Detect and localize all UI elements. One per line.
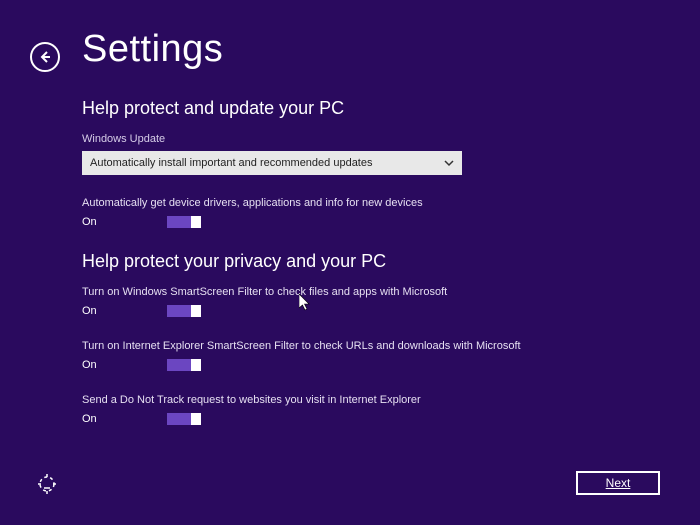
windows-update-label: Windows Update bbox=[82, 133, 660, 145]
smartscreen-toggle[interactable] bbox=[166, 304, 202, 318]
toggle-knob bbox=[191, 216, 201, 228]
settings-content: Help protect and update your PC Windows … bbox=[82, 98, 660, 448]
back-arrow-icon bbox=[38, 50, 52, 64]
dropdown-selected-value: Automatically install important and reco… bbox=[90, 157, 372, 169]
back-button[interactable] bbox=[30, 42, 60, 72]
ie-smartscreen-state: On bbox=[82, 359, 102, 371]
ie-smartscreen-label: Turn on Internet Explorer SmartScreen Fi… bbox=[82, 340, 660, 352]
toggle-knob bbox=[191, 413, 201, 425]
windows-update-dropdown[interactable]: Automatically install important and reco… bbox=[82, 151, 462, 175]
dnt-toggle[interactable] bbox=[166, 412, 202, 426]
next-button[interactable]: Next bbox=[576, 471, 660, 495]
ease-of-access-button[interactable] bbox=[36, 473, 58, 495]
dnt-state: On bbox=[82, 413, 102, 425]
section-heading-privacy: Help protect your privacy and your PC bbox=[82, 251, 660, 272]
dnt-label: Send a Do Not Track request to websites … bbox=[82, 394, 660, 406]
device-drivers-label: Automatically get device drivers, applic… bbox=[82, 197, 660, 209]
section-heading-protect-update: Help protect and update your PC bbox=[82, 98, 660, 119]
ie-smartscreen-toggle[interactable] bbox=[166, 358, 202, 372]
chevron-down-icon bbox=[444, 158, 454, 168]
ease-of-access-icon bbox=[36, 473, 58, 495]
toggle-knob bbox=[191, 305, 201, 317]
device-drivers-toggle[interactable] bbox=[166, 215, 202, 229]
device-drivers-state: On bbox=[82, 216, 102, 228]
smartscreen-state: On bbox=[82, 305, 102, 317]
next-button-label: Next bbox=[606, 476, 631, 490]
page-title: Settings bbox=[82, 28, 223, 71]
smartscreen-label: Turn on Windows SmartScreen Filter to ch… bbox=[82, 286, 660, 298]
toggle-knob bbox=[191, 359, 201, 371]
